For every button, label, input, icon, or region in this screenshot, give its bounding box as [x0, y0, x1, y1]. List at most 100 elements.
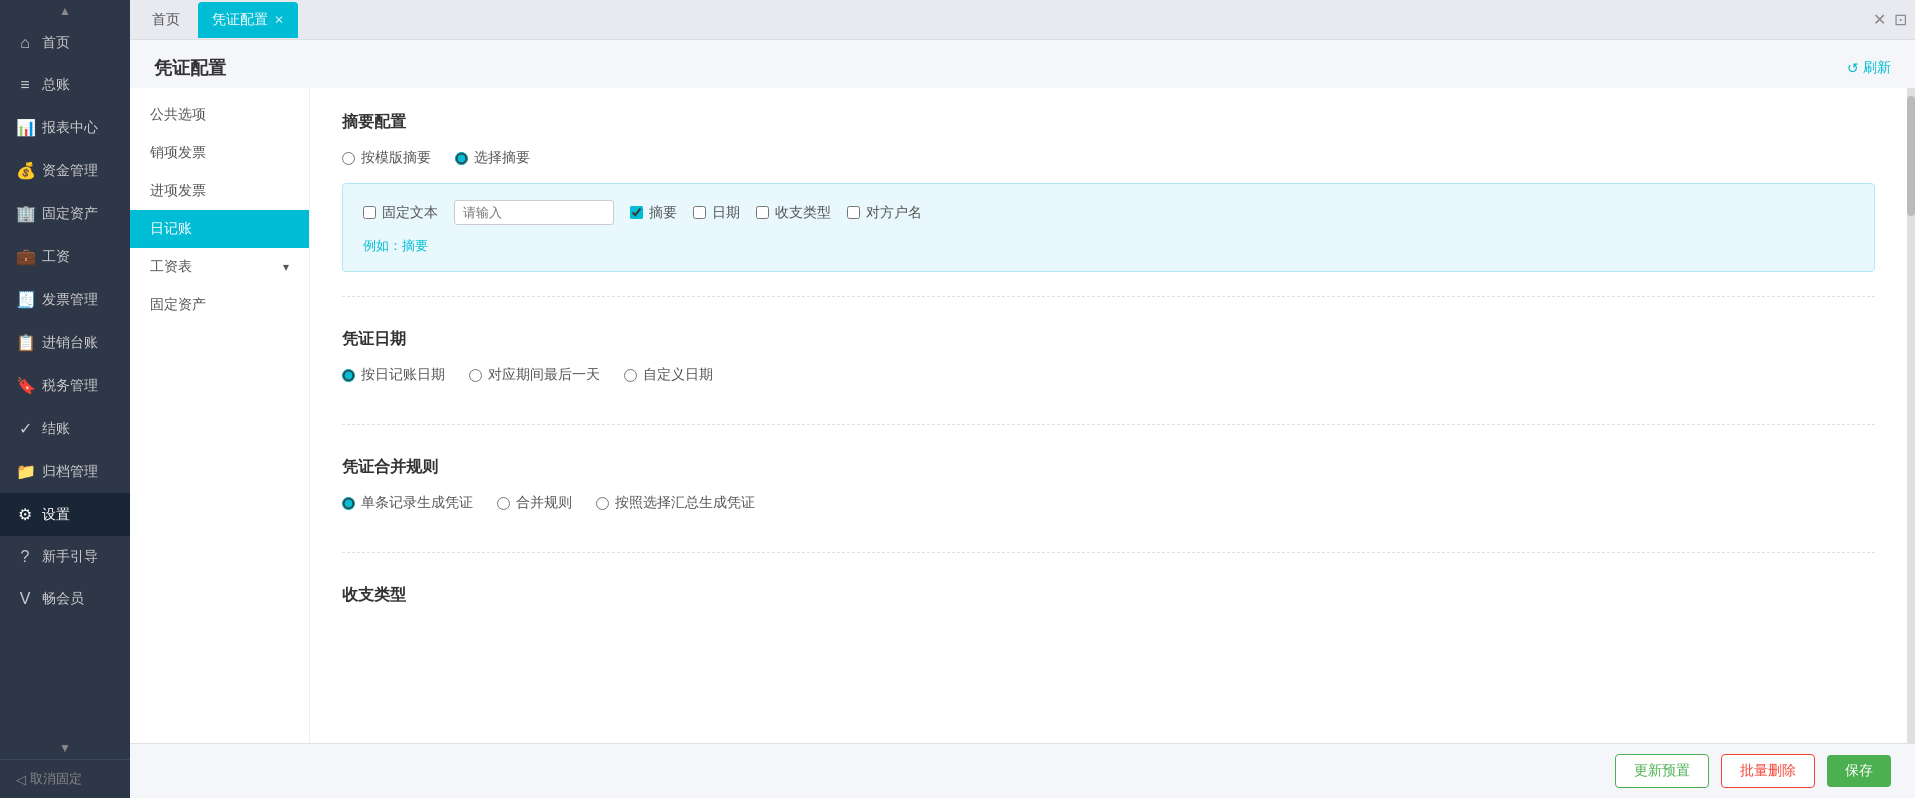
summary-options-row: 固定文本 摘要 日期 — [363, 200, 1854, 225]
sidebar-item-guide[interactable]: ? 新手引导 — [0, 536, 130, 578]
sidebar-item-salary[interactable]: 💼 工资 — [0, 235, 130, 278]
fixed-text-checkbox-label[interactable]: 固定文本 — [363, 204, 438, 222]
batch-delete-button[interactable]: 批量删除 — [1721, 754, 1815, 788]
sidebar-item-label: 结账 — [42, 420, 70, 438]
date-checkbox[interactable] — [693, 206, 706, 219]
sidebar-item-label: 报表中心 — [42, 119, 98, 137]
fixed-text-checkbox[interactable] — [363, 206, 376, 219]
custom-date-radio-label[interactable]: 自定义日期 — [624, 366, 713, 384]
close-window-icon[interactable]: ✕ — [1873, 10, 1886, 29]
sidebar-item-assets[interactable]: 🏢 固定资产 — [0, 192, 130, 235]
tab-home[interactable]: 首页 — [138, 2, 194, 38]
date-checkbox-label[interactable]: 日期 — [693, 204, 740, 222]
last-day-radio-label[interactable]: 对应期间最后一天 — [469, 366, 600, 384]
sidebar-item-label: 工资 — [42, 248, 70, 266]
left-nav-public-label: 公共选项 — [150, 106, 206, 124]
sidebar-item-tax[interactable]: 🔖 税务管理 — [0, 364, 130, 407]
scroll-thumb[interactable] — [1907, 96, 1915, 216]
assets-icon: 🏢 — [16, 204, 34, 223]
left-nav-payroll-label: 工资表 — [150, 258, 192, 276]
home-icon: ⌂ — [16, 34, 34, 52]
sidebar-unpin-button[interactable]: ◁ 取消固定 — [0, 759, 130, 798]
journal-date-radio-label[interactable]: 按日记账日期 — [342, 366, 445, 384]
left-nav-journal[interactable]: 日记账 — [130, 210, 309, 248]
last-day-label: 对应期间最后一天 — [488, 366, 600, 384]
sidebar-item-ledger[interactable]: ≡ 总账 — [0, 64, 130, 106]
sidebar: ▲ ⌂ 首页 ≡ 总账 📊 报表中心 💰 资金管理 🏢 固定资产 💼 工资 🧾 … — [0, 0, 130, 798]
chevron-down-icon: ▾ — [283, 260, 289, 274]
left-nav-sales[interactable]: 销项发票 — [130, 134, 309, 172]
single-radio-label[interactable]: 单条记录生成凭证 — [342, 494, 473, 512]
sidebar-item-report[interactable]: 📊 报表中心 — [0, 106, 130, 149]
maximize-window-icon[interactable]: ⊡ — [1894, 10, 1907, 29]
refresh-icon: ↺ — [1847, 60, 1859, 76]
tab-voucher-config[interactable]: 凭证配置 ✕ — [198, 2, 298, 38]
abstract-label: 摘要 — [649, 204, 677, 222]
sidebar-item-home[interactable]: ⌂ 首页 — [0, 22, 130, 64]
merge-section: 凭证合并规则 单条记录生成凭证 合并规则 按照选择汇总生成凭证 — [342, 457, 1875, 553]
sidebar-scroll-down[interactable]: ▼ — [0, 737, 130, 759]
left-nav-purchase-inv[interactable]: 进项发票 — [130, 172, 309, 210]
page-title: 凭证配置 — [154, 56, 226, 80]
sidebar-item-label: 税务管理 — [42, 377, 98, 395]
single-radio[interactable] — [342, 497, 355, 510]
summary-template-radio-label[interactable]: 按模版摘要 — [342, 149, 431, 167]
content-layout: 公共选项 销项发票 进项发票 日记账 工资表 ▾ 固定资产 — [130, 88, 1915, 743]
left-nav-sales-label: 销项发票 — [150, 144, 206, 162]
left-nav-journal-label: 日记账 — [150, 220, 192, 238]
sidebar-item-purchase[interactable]: 📋 进销台账 — [0, 321, 130, 364]
main-area: 首页 凭证配置 ✕ ✕ ⊡ 凭证配置 ↺ 刷新 公共选项 — [130, 0, 1915, 798]
tab-close-icon[interactable]: ✕ — [274, 13, 284, 27]
abstract-checkbox[interactable] — [630, 206, 643, 219]
journal-date-radio[interactable] — [342, 369, 355, 382]
sidebar-item-invoice-mgmt[interactable]: 🧾 发票管理 — [0, 278, 130, 321]
summary-template-radio[interactable] — [342, 152, 355, 165]
sidebar-item-archive[interactable]: 📁 归档管理 — [0, 450, 130, 493]
right-scrollbar[interactable] — [1907, 88, 1915, 743]
summary-section: 摘要配置 按模版摘要 选择摘要 — [342, 112, 1875, 297]
merge-radio-label[interactable]: 合并规则 — [497, 494, 572, 512]
fixed-text-input[interactable] — [454, 200, 614, 225]
settings-icon: ⚙ — [16, 505, 34, 524]
merge-label: 合并规则 — [516, 494, 572, 512]
update-preview-button[interactable]: 更新预置 — [1615, 754, 1709, 788]
save-button[interactable]: 保存 — [1827, 755, 1891, 787]
page-header: 凭证配置 ↺ 刷新 — [130, 40, 1915, 88]
window-controls: ✕ ⊡ — [1873, 10, 1907, 29]
unpin-label: 取消固定 — [30, 770, 82, 788]
left-nav-payroll[interactable]: 工资表 ▾ — [130, 248, 309, 286]
left-nav-public[interactable]: 公共选项 — [130, 96, 309, 134]
refresh-button[interactable]: ↺ 刷新 — [1847, 59, 1891, 77]
tab-bar: 首页 凭证配置 ✕ ✕ ⊡ — [130, 0, 1915, 40]
counterpart-checkbox[interactable] — [847, 206, 860, 219]
left-nav-fixed-assets[interactable]: 固定资产 — [130, 286, 309, 324]
report-icon: 📊 — [16, 118, 34, 137]
date-section-title: 凭证日期 — [342, 329, 1875, 350]
sidebar-item-member[interactable]: V 畅会员 — [0, 578, 130, 620]
batch-radio[interactable] — [596, 497, 609, 510]
invoice-mgmt-icon: 🧾 — [16, 290, 34, 309]
custom-date-radio[interactable] — [624, 369, 637, 382]
batch-radio-label[interactable]: 按照选择汇总生成凭证 — [596, 494, 755, 512]
type-checkbox-label[interactable]: 收支类型 — [756, 204, 831, 222]
sidebar-scroll-up[interactable]: ▲ — [0, 0, 130, 22]
abstract-checkbox-label[interactable]: 摘要 — [630, 204, 677, 222]
sidebar-item-finance[interactable]: 💰 资金管理 — [0, 149, 130, 192]
date-options-group: 按日记账日期 对应期间最后一天 自定义日期 — [342, 366, 1875, 384]
sidebar-item-settings[interactable]: ⚙ 设置 — [0, 493, 130, 536]
counterpart-checkbox-label[interactable]: 对方户名 — [847, 204, 922, 222]
type-checkbox[interactable] — [756, 206, 769, 219]
settle-icon: ✓ — [16, 419, 34, 438]
receipt-type-section-title: 收支类型 — [342, 585, 1875, 606]
merge-options-group: 单条记录生成凭证 合并规则 按照选择汇总生成凭证 — [342, 494, 1875, 512]
merge-radio[interactable] — [497, 497, 510, 510]
last-day-radio[interactable] — [469, 369, 482, 382]
sidebar-item-label: 固定资产 — [42, 205, 98, 223]
summary-select-radio-label[interactable]: 选择摘要 — [455, 149, 530, 167]
sidebar-item-settle[interactable]: ✓ 结账 — [0, 407, 130, 450]
receipt-type-section: 收支类型 — [342, 585, 1875, 646]
batch-label: 按照选择汇总生成凭证 — [615, 494, 755, 512]
sidebar-item-label: 首页 — [42, 34, 70, 52]
summary-select-radio[interactable] — [455, 152, 468, 165]
page-content: 凭证配置 ↺ 刷新 公共选项 销项发票 进项发票 日记账 — [130, 40, 1915, 798]
